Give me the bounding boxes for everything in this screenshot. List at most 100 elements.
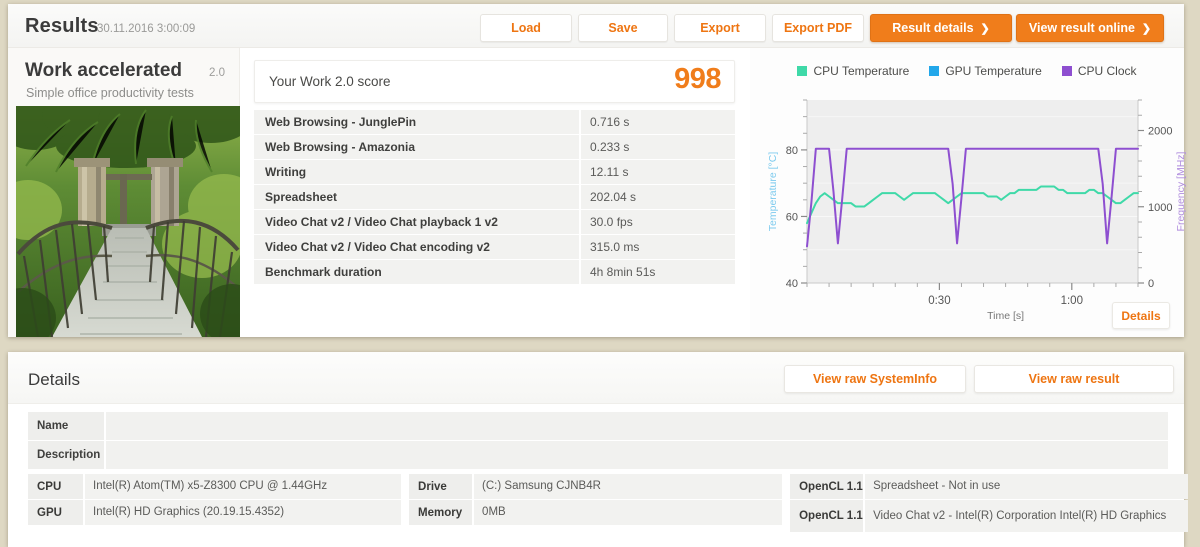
page-title: Results	[25, 15, 99, 37]
monitoring-chart-panel: CPU Temperature GPU Temperature CPU Clock …	[750, 48, 1187, 337]
result-name: Spreadsheet	[254, 185, 579, 209]
hardware-key: Drive	[409, 474, 473, 499]
monitoring-chart: 40 60 80 0 1000 2000 0:30 1:00 Time [s] Temperatu…	[750, 92, 1187, 337]
score-panel: Your Work 2.0 score 998 Web Browsing - J…	[241, 48, 749, 337]
details-meta-input[interactable]	[106, 441, 1168, 469]
svg-text:Frequency [MHz]: Frequency [MHz]	[1175, 151, 1187, 231]
result-name: Video Chat v2 / Video Chat encoding v2	[254, 235, 579, 259]
export-pdf-button[interactable]: Export PDF	[772, 14, 864, 42]
table-row: Video Chat v2 / Video Chat playback 1 v2…	[254, 210, 735, 234]
chevron-right-icon: ❯	[980, 22, 990, 35]
result-value: 4h 8min 51s	[581, 260, 735, 284]
hardware-key: OpenCL 1.1	[790, 474, 864, 499]
hardware-key: GPU	[28, 500, 83, 525]
details-meta-key: Description	[28, 441, 104, 469]
result-name: Benchmark duration	[254, 260, 579, 284]
svg-text:2000: 2000	[1148, 126, 1172, 138]
score-label: Your Work 2.0 score	[269, 74, 391, 89]
save-button[interactable]: Save	[578, 14, 668, 42]
result-value: 0.716 s	[581, 110, 735, 134]
benchmark-info-panel: Work accelerated Simple office productiv…	[8, 48, 240, 337]
details-meta-table: Name Description	[28, 412, 1168, 470]
suspension-bridge-photo	[16, 106, 240, 337]
result-name: Web Browsing - Amazonia	[254, 135, 579, 159]
legend-item[interactable]: GPU Temperature	[929, 64, 1042, 78]
table-row: Video Chat v2 / Video Chat encoding v2 31…	[254, 235, 735, 259]
view-result-online-button[interactable]: View result online ❯	[1016, 14, 1164, 42]
result-details-button[interactable]: Result details ❯	[870, 14, 1012, 42]
details-meta-key: Name	[28, 412, 104, 440]
hardware-column-2: Drive (C:) Samsung CJNB4R Memory 0MB	[409, 474, 783, 533]
view-raw-result-button[interactable]: View raw result	[974, 365, 1174, 393]
result-details-label: Result details	[892, 21, 974, 35]
results-toolbar: Results 30.11.2016 3:00:09 Load Save Exp…	[8, 4, 1184, 48]
details-card: Details View raw SystemInfo View raw res…	[8, 352, 1188, 547]
hardware-column-1: CPU Intel(R) Atom(TM) x5-Z8300 CPU @ 1.44…	[28, 474, 402, 533]
view-raw-systeminfo-button[interactable]: View raw SystemInfo	[784, 365, 966, 393]
hardware-value: Spreadsheet - Not in use	[865, 474, 1188, 499]
details-header: Details View raw SystemInfo View raw res…	[8, 352, 1184, 404]
hardware-key: Memory	[409, 500, 473, 525]
legend-item[interactable]: CPU Temperature	[797, 64, 909, 78]
results-table: Web Browsing - JunglePin 0.716 s Web Brows…	[254, 110, 735, 285]
hardware-row: Memory 0MB	[409, 500, 783, 525]
result-name: Writing	[254, 160, 579, 184]
svg-text:1000: 1000	[1148, 202, 1172, 214]
hardware-value: Intel(R) Atom(TM) x5-Z8300 CPU @ 1.44GHz	[85, 474, 402, 499]
hardware-row: GPU Intel(R) HD Graphics (20.19.15.4352)	[28, 500, 402, 525]
hardware-value: Video Chat v2 - Intel(R) Corporation Int…	[865, 500, 1188, 532]
table-row: Spreadsheet 202.04 s	[254, 185, 735, 209]
hardware-info: CPU Intel(R) Atom(TM) x5-Z8300 CPU @ 1.44…	[28, 474, 1188, 533]
hardware-row: OpenCL 1.1 Video Chat v2 - Intel(R) Corpo…	[790, 500, 1188, 532]
hardware-value: 0MB	[474, 500, 783, 525]
hardware-column-3: OpenCL 1.1 Spreadsheet - Not in use OpenCL…	[790, 474, 1188, 533]
score-summary: Your Work 2.0 score 998	[254, 60, 735, 103]
legend-swatch-icon	[1061, 66, 1072, 76]
load-button[interactable]: Load	[480, 14, 572, 42]
hardware-value: (C:) Samsung CJNB4R	[474, 474, 783, 499]
hardware-key: OpenCL 1.1	[790, 500, 864, 532]
legend-swatch-icon	[797, 66, 808, 76]
svg-text:0:30: 0:30	[928, 295, 950, 307]
details-title: Details	[28, 370, 80, 389]
benchmark-version: 2.0	[209, 67, 225, 79]
result-value: 315.0 ms	[581, 235, 735, 259]
export-button[interactable]: Export	[674, 14, 766, 42]
details-meta-input[interactable]	[106, 412, 1168, 440]
results-columns: Work accelerated Simple office productiv…	[8, 48, 1187, 337]
chart-details-button[interactable]: Details	[1112, 302, 1170, 329]
legend-label: GPU Temperature	[945, 64, 1042, 78]
svg-text:Time [s]: Time [s]	[987, 310, 1024, 322]
details-meta-row: Description	[28, 441, 1168, 469]
chart-legend: CPU Temperature GPU Temperature CPU Clock	[750, 64, 1184, 78]
table-row: Benchmark duration 4h 8min 51s	[254, 260, 735, 284]
hardware-value: Intel(R) HD Graphics (20.19.15.4352)	[85, 500, 402, 525]
svg-text:40: 40	[786, 278, 798, 290]
svg-text:80: 80	[786, 145, 798, 157]
score-value: 998	[674, 63, 721, 95]
svg-text:0: 0	[1148, 278, 1154, 290]
legend-item[interactable]: CPU Clock	[1061, 64, 1137, 78]
svg-text:60: 60	[786, 211, 798, 223]
benchmark-name: Work accelerated	[25, 60, 183, 81]
table-row: Web Browsing - Amazonia 0.233 s	[254, 135, 735, 159]
hardware-row: CPU Intel(R) Atom(TM) x5-Z8300 CPU @ 1.44…	[28, 474, 402, 499]
legend-label: CPU Clock	[1077, 64, 1137, 78]
hardware-key: CPU	[28, 474, 83, 499]
hardware-row: Drive (C:) Samsung CJNB4R	[409, 474, 783, 499]
view-result-online-label: View result online	[1028, 21, 1135, 35]
chevron-right-icon: ❯	[1141, 22, 1152, 35]
result-timestamp: 30.11.2016 3:00:09	[97, 23, 196, 35]
legend-label: CPU Temperature	[813, 64, 910, 78]
result-name: Video Chat v2 / Video Chat playback 1 v2	[254, 210, 579, 234]
result-value: 202.04 s	[581, 185, 735, 209]
result-value: 12.11 s	[581, 160, 735, 184]
benchmark-subtitle: Simple office productivity tests	[26, 86, 194, 100]
results-card: Results 30.11.2016 3:00:09 Load Save Exp…	[8, 4, 1187, 337]
hardware-row: OpenCL 1.1 Spreadsheet - Not in use	[790, 474, 1188, 499]
details-meta-row: Name	[28, 412, 1168, 440]
result-value: 0.233 s	[581, 135, 735, 159]
svg-text:Temperature [°C]: Temperature [°C]	[767, 152, 779, 232]
svg-text:1:00: 1:00	[1061, 295, 1083, 307]
result-name: Web Browsing - JunglePin	[254, 110, 579, 134]
